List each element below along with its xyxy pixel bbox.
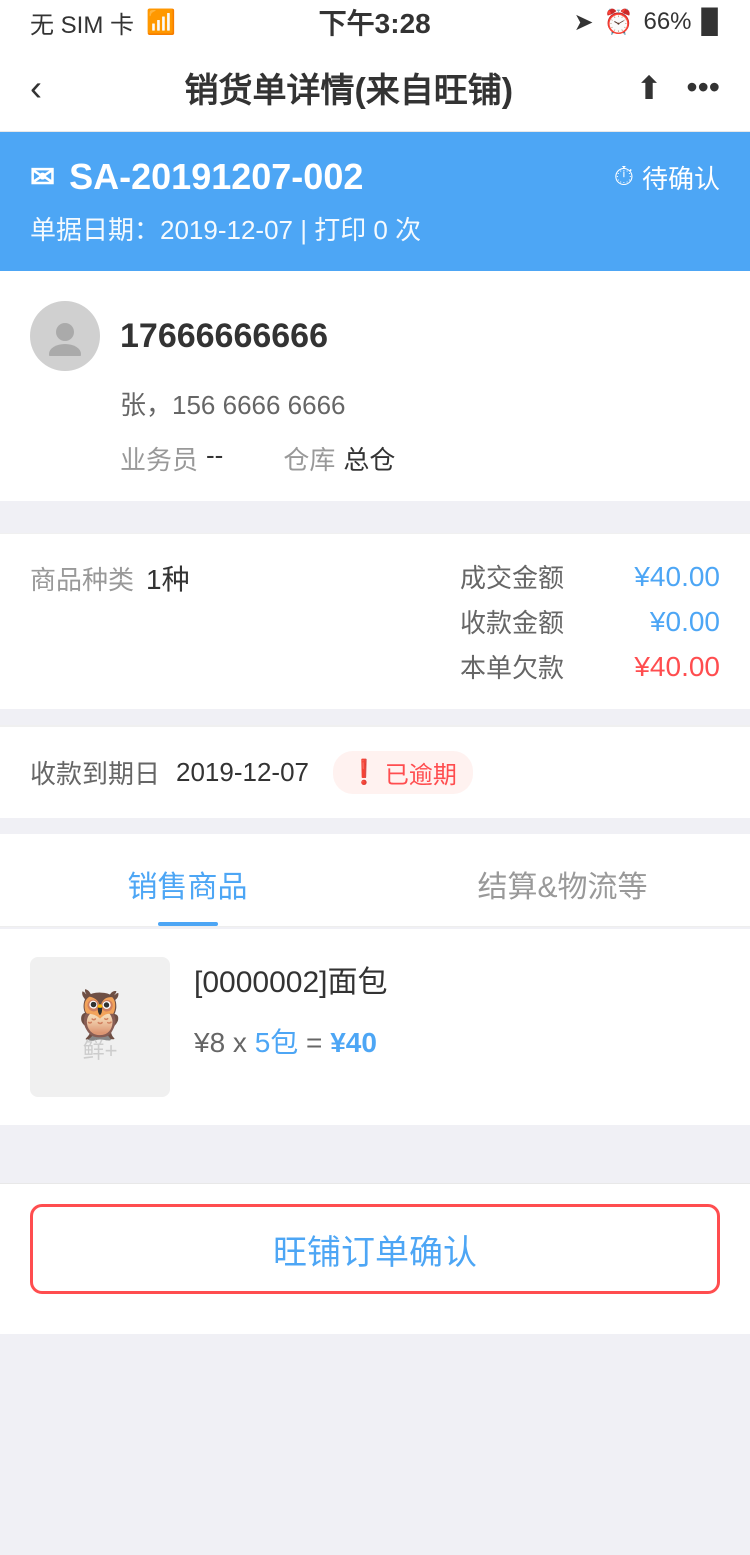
product-brand-label: 鲜+ bbox=[70, 1040, 130, 1062]
amount-stats: 成交金额 ¥40.00 收款金额 ¥0.00 本单欠款 ¥40.00 bbox=[270, 558, 720, 685]
order-date: 单据日期：2019-12-07 | 打印 0 次 bbox=[30, 210, 720, 247]
salesperson-label: 业务员 bbox=[120, 440, 198, 477]
salesperson-value: -- bbox=[206, 440, 223, 477]
nav-bar: ‹ 销货单详情(来自旺铺) ⬆ ••• bbox=[0, 44, 750, 132]
battery-icon: ▉ bbox=[702, 8, 720, 37]
no-sim-label: 无 SIM 卡 bbox=[30, 5, 134, 40]
tab-sales-products[interactable]: 销售商品 bbox=[0, 834, 375, 926]
more-button[interactable]: ••• bbox=[686, 69, 720, 106]
overdue-badge: ❗ 已逾期 bbox=[333, 751, 473, 794]
owed-amount-row: 本单欠款 ¥40.00 bbox=[460, 648, 720, 685]
received-amount-row: 收款金额 ¥0.00 bbox=[460, 603, 720, 640]
received-amount-label: 收款金额 bbox=[460, 603, 564, 640]
customer-phone: 17666666666 bbox=[120, 317, 328, 356]
bottom-spacer bbox=[0, 1405, 750, 1555]
warehouse-label: 仓库 bbox=[283, 440, 335, 477]
owed-amount-value: ¥40.00 bbox=[580, 651, 720, 683]
received-amount-value: ¥0.00 bbox=[580, 606, 720, 638]
status-time: 下午3:28 bbox=[319, 2, 431, 42]
share-button[interactable]: ⬆ bbox=[636, 69, 663, 107]
product-item: 🦉 鲜+ [0000002]面包 ¥8 x 5包 = ¥40 bbox=[0, 929, 750, 1125]
due-date: 2019-12-07 bbox=[176, 757, 309, 788]
section-divider-3 bbox=[0, 818, 750, 834]
product-type-value: 1种 bbox=[146, 558, 190, 598]
status-right: ➤ ⏰ 66% ▉ bbox=[573, 8, 720, 37]
product-type-label: 商品种类 bbox=[30, 560, 134, 597]
tab-settlement-label: 结算&物流等 bbox=[477, 871, 647, 904]
product-type-info: 商品种类 1种 bbox=[30, 558, 270, 598]
product-image: 🦉 鲜+ bbox=[30, 957, 170, 1097]
back-button[interactable]: ‹ bbox=[30, 67, 42, 109]
owed-amount-label: 本单欠款 bbox=[460, 648, 564, 685]
tab-settlement[interactable]: 结算&物流等 bbox=[375, 834, 750, 926]
customer-avatar bbox=[30, 301, 100, 371]
status-bar: 无 SIM 卡 📶 下午3:28 ➤ ⏰ 66% ▉ bbox=[0, 0, 750, 44]
order-status-label: 待确认 bbox=[642, 159, 720, 196]
page-title: 销货单详情(来自旺铺) bbox=[62, 63, 636, 112]
total-highlight: ¥40 bbox=[330, 1027, 377, 1058]
equals-text: = bbox=[298, 1027, 330, 1058]
due-label: 收款到期日 bbox=[30, 754, 160, 791]
order-id-value: SA-20191207-002 bbox=[69, 156, 363, 198]
stats-section: 商品种类 1种 成交金额 ¥40.00 收款金额 ¥0.00 本单欠款 ¥40.… bbox=[0, 533, 750, 709]
order-id: ✉ SA-20191207-002 bbox=[30, 156, 363, 198]
transaction-amount-label: 成交金额 bbox=[460, 558, 564, 595]
product-name: [0000002]面包 bbox=[194, 957, 720, 1001]
overdue-icon: ❗ bbox=[349, 758, 379, 787]
due-section: 收款到期日 2019-12-07 ❗ 已逾期 bbox=[0, 727, 750, 818]
price-text: ¥8 x bbox=[194, 1027, 255, 1058]
alarm-icon: ⏰ bbox=[604, 8, 634, 37]
product-info: [0000002]面包 ¥8 x 5包 = ¥40 bbox=[194, 957, 720, 1061]
section-divider-1 bbox=[0, 517, 750, 533]
battery-level: 66% bbox=[643, 8, 691, 36]
nav-actions: ⬆ ••• bbox=[636, 69, 720, 107]
tabs-section: 销售商品 结算&物流等 bbox=[0, 834, 750, 927]
transaction-amount-row: 成交金额 ¥40.00 bbox=[460, 558, 720, 595]
overdue-text: 已逾期 bbox=[385, 755, 457, 790]
customer-name: 张，156 6666 6666 bbox=[30, 385, 720, 422]
status-left: 无 SIM 卡 📶 bbox=[30, 5, 176, 40]
quantity-highlight: 5包 bbox=[255, 1027, 299, 1058]
warehouse-value: 总仓 bbox=[343, 440, 395, 477]
location-icon: ➤ bbox=[573, 8, 593, 37]
status-clock-icon: ⏱ bbox=[614, 161, 634, 193]
product-owl-icon: 🦉 鲜+ bbox=[70, 992, 130, 1062]
transaction-amount-value: ¥40.00 bbox=[580, 561, 720, 593]
bottom-section: 旺铺订单确认 bbox=[0, 1183, 750, 1334]
customer-meta: 业务员 -- 仓库 总仓 bbox=[30, 440, 720, 477]
confirm-order-button[interactable]: 旺铺订单确认 bbox=[30, 1204, 720, 1294]
customer-section: 17666666666 张，156 6666 6666 业务员 -- 仓库 总仓 bbox=[0, 271, 750, 501]
wifi-icon: 📶 bbox=[146, 8, 176, 37]
order-icon: ✉ bbox=[30, 160, 55, 195]
tab-sales-products-label: 销售商品 bbox=[128, 871, 248, 904]
order-status: ⏱ 待确认 bbox=[614, 159, 720, 196]
order-banner: ✉ SA-20191207-002 ⏱ 待确认 单据日期：2019-12-07 … bbox=[0, 132, 750, 271]
product-price: ¥8 x 5包 = ¥40 bbox=[194, 1021, 720, 1061]
